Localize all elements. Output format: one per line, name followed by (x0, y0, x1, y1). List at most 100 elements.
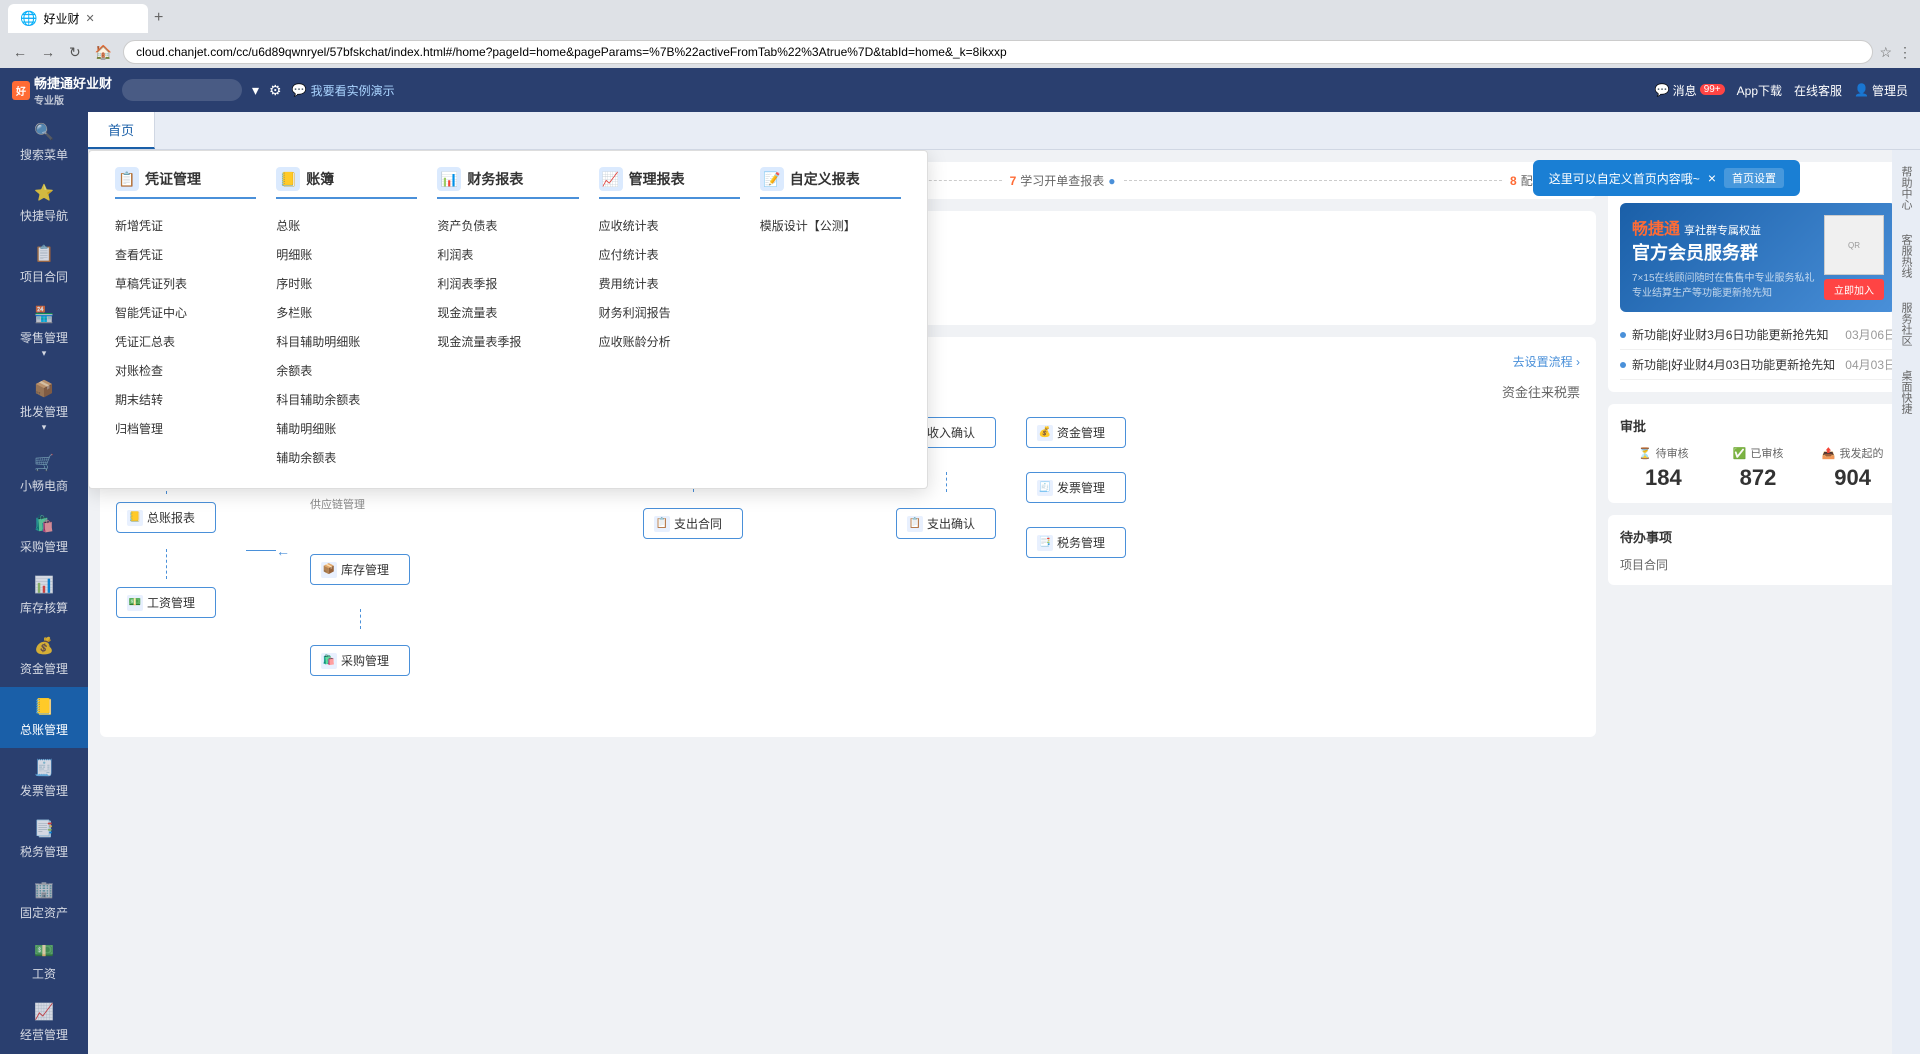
menu-item-profit-quarter[interactable]: 利润表季报 (437, 269, 578, 298)
menu-item-reconcile[interactable]: 对账检查 (115, 356, 256, 385)
menu-item-detail-ledger[interactable]: 明细账 (276, 240, 417, 269)
home-button[interactable]: 🏠 (90, 42, 117, 63)
assets-icon: 🏢 (34, 880, 54, 900)
menu-icon[interactable]: ⋮ (1898, 44, 1912, 61)
sidebar-item-label: 小畅电商 (20, 477, 68, 494)
notify-close-button[interactable]: × (1708, 170, 1716, 186)
address-bar: ← → ↻ 🏠 ☆ ⋮ (0, 36, 1920, 68)
menu-item-payable-stats[interactable]: 应付统计表 (599, 240, 740, 269)
menu-item-general-ledger[interactable]: 总账 (276, 211, 417, 240)
demo-link[interactable]: 💬 我要看实例演示 (292, 82, 395, 99)
menu-item-archive[interactable]: 归档管理 (115, 414, 256, 443)
financial-section-icon: 📊 (437, 167, 461, 191)
sidebar-item-fund[interactable]: 💰 资金管理 (0, 626, 88, 687)
menu-item-subject-detail[interactable]: 科目辅助明细账 (276, 327, 417, 356)
custom-title: 自定义报表 (790, 169, 860, 189)
dropdown-overlay[interactable]: 📋 凭证管理 新增凭证 查看凭证 草稿凭证列表 智能凭证中心 凭证汇总表 对账检… (88, 150, 1920, 1054)
menu-item-receivable-aging[interactable]: 应收账龄分析 (599, 327, 740, 356)
sidebar-item-label: 批发管理 (20, 403, 68, 420)
sidebar-item-label: 经营管理 (20, 1026, 68, 1043)
search-icon: 🔍 (34, 122, 54, 142)
sidebar-item-label: 搜索菜单 (20, 146, 68, 163)
new-tab-button[interactable]: + (154, 9, 163, 27)
menu-item-balance-sheet[interactable]: 资产负债表 (437, 211, 578, 240)
bookmark-icon[interactable]: ☆ (1879, 44, 1892, 61)
sidebar-item-retail[interactable]: 🏪 零售管理 ▾ (0, 295, 88, 369)
sidebar-item-invoice[interactable]: 🧾 发票管理 (0, 748, 88, 809)
edition-label: 专业版 (34, 92, 112, 107)
menu-item-cashflow[interactable]: 现金流量表 (437, 298, 578, 327)
app-name: 畅捷通好业财 (34, 73, 112, 92)
mgmt-title: 管理报表 (629, 169, 685, 189)
search-dropdown-icon[interactable]: ▾ (252, 82, 259, 99)
tab-close-button[interactable]: ✕ (85, 12, 94, 25)
sidebar-item-salary[interactable]: 💵 工资 (0, 931, 88, 992)
dropdown-menu: 📋 凭证管理 新增凭证 查看凭证 草稿凭证列表 智能凭证中心 凭证汇总表 对账检… (88, 150, 928, 489)
sidebar: 🔍 搜索菜单 ⭐ 快捷导航 📋 项目合同 🏪 零售管理 ▾ 📦 批发管理 ▾ (0, 112, 88, 1054)
menu-item-voucher-summary[interactable]: 凭证汇总表 (115, 327, 256, 356)
browser-tab[interactable]: 🌐 好业财 ✕ (8, 4, 148, 33)
refresh-button[interactable]: ↻ (64, 42, 86, 63)
sidebar-item-label: 工资 (32, 965, 56, 982)
menu-section-custom-report: 📝 自定义报表 模版设计【公测】 (750, 167, 911, 472)
menu-item-smart-voucher[interactable]: 智能凭证中心 (115, 298, 256, 327)
sidebar-item-label: 发票管理 (20, 782, 68, 799)
menu-item-sequence-ledger[interactable]: 序时账 (276, 269, 417, 298)
menu-item-profit-report[interactable]: 财务利润报告 (599, 298, 740, 327)
forward-button[interactable]: → (36, 42, 60, 62)
menu-item-receivable-stats[interactable]: 应收统计表 (599, 211, 740, 240)
sidebar-item-inventory[interactable]: 📊 库存核算 (0, 565, 88, 626)
tab-bar: 首页 (88, 112, 1920, 150)
sidebar-item-assets[interactable]: 🏢 固定资产 (0, 870, 88, 931)
content-area: 首页 📋 凭证管理 新增凭证 (88, 112, 1920, 1054)
sidebar-item-purchase[interactable]: 🛍️ 采购管理 (0, 504, 88, 565)
online-service-link[interactable]: 在线客服 (1794, 82, 1842, 99)
invoice-icon: 🧾 (34, 758, 54, 778)
sidebar-item-label: 税务管理 (20, 843, 68, 860)
sidebar-item-search[interactable]: 🔍 搜索菜单 (0, 112, 88, 173)
tab-home[interactable]: 首页 (88, 112, 155, 149)
settings-icon[interactable]: ⚙ (269, 82, 282, 99)
url-input[interactable] (123, 40, 1873, 64)
sidebar-item-ledger[interactable]: 📒 总账管理 (0, 687, 88, 748)
homepage-settings-link[interactable]: 首页设置 (1724, 168, 1784, 188)
menu-item-new-voucher[interactable]: 新增凭证 (115, 211, 256, 240)
menu-item-cashflow-quarter[interactable]: 现金流量表季报 (437, 327, 578, 356)
menu-section-header-custom: 📝 自定义报表 (760, 167, 901, 199)
mgmt-section-icon: 📈 (599, 167, 623, 191)
message-button[interactable]: 💬 消息 99+ (1655, 82, 1725, 99)
menu-item-aux-balance[interactable]: 辅助余额表 (276, 443, 417, 472)
main-content: 📋 凭证管理 新增凭证 查看凭证 草稿凭证列表 智能凭证中心 凭证汇总表 对账检… (88, 150, 1920, 1054)
contract-icon: 📋 (34, 244, 54, 264)
menu-item-multi-ledger[interactable]: 多栏账 (276, 298, 417, 327)
menu-item-expense-stats[interactable]: 费用统计表 (599, 269, 740, 298)
menu-item-draft-voucher[interactable]: 草稿凭证列表 (115, 269, 256, 298)
ecommerce-icon: 🛒 (34, 453, 54, 473)
menu-section-ledger: 📒 账簿 总账 明细账 序时账 多栏账 科目辅助明细账 余额表 科目辅助余额表 (266, 167, 427, 472)
sidebar-item-label: 固定资产 (20, 904, 68, 921)
financial-title: 财务报表 (467, 169, 523, 189)
back-button[interactable]: ← (8, 42, 32, 62)
menu-item-subject-balance[interactable]: 科目辅助余额表 (276, 385, 417, 414)
menu-item-view-voucher[interactable]: 查看凭证 (115, 240, 256, 269)
salary-icon: 💵 (34, 941, 54, 961)
user-menu[interactable]: 👤 管理员 (1854, 82, 1908, 99)
menu-item-balance-table[interactable]: 余额表 (276, 356, 417, 385)
sidebar-item-ecommerce[interactable]: 🛒 小畅电商 (0, 443, 88, 504)
sidebar-item-wholesale[interactable]: 📦 批发管理 ▾ (0, 369, 88, 443)
sidebar-item-project[interactable]: 📋 项目合同 (0, 234, 88, 295)
app-download-link[interactable]: App下载 (1737, 82, 1782, 99)
menu-item-aux-detail[interactable]: 辅助明细账 (276, 414, 417, 443)
menu-item-template-design[interactable]: 模版设计【公测】 (760, 211, 901, 240)
message-badge: 99+ (1700, 84, 1725, 95)
sidebar-item-label: 总账管理 (20, 721, 68, 738)
fund-icon: 💰 (34, 636, 54, 656)
menu-item-profit-loss[interactable]: 利润表 (437, 240, 578, 269)
sidebar-item-operations[interactable]: 📈 经营管理 (0, 992, 88, 1053)
header-search-input[interactable] (122, 79, 242, 101)
menu-item-period-end[interactable]: 期末结转 (115, 385, 256, 414)
menu-section-financial-report: 📊 财务报表 资产负债表 利润表 利润表季报 现金流量表 现金流量表季报 (427, 167, 588, 472)
sidebar-item-tax[interactable]: 📑 税务管理 (0, 809, 88, 870)
sidebar-item-quicknav[interactable]: ⭐ 快捷导航 (0, 173, 88, 234)
expand-icon2: ▾ (42, 422, 47, 433)
